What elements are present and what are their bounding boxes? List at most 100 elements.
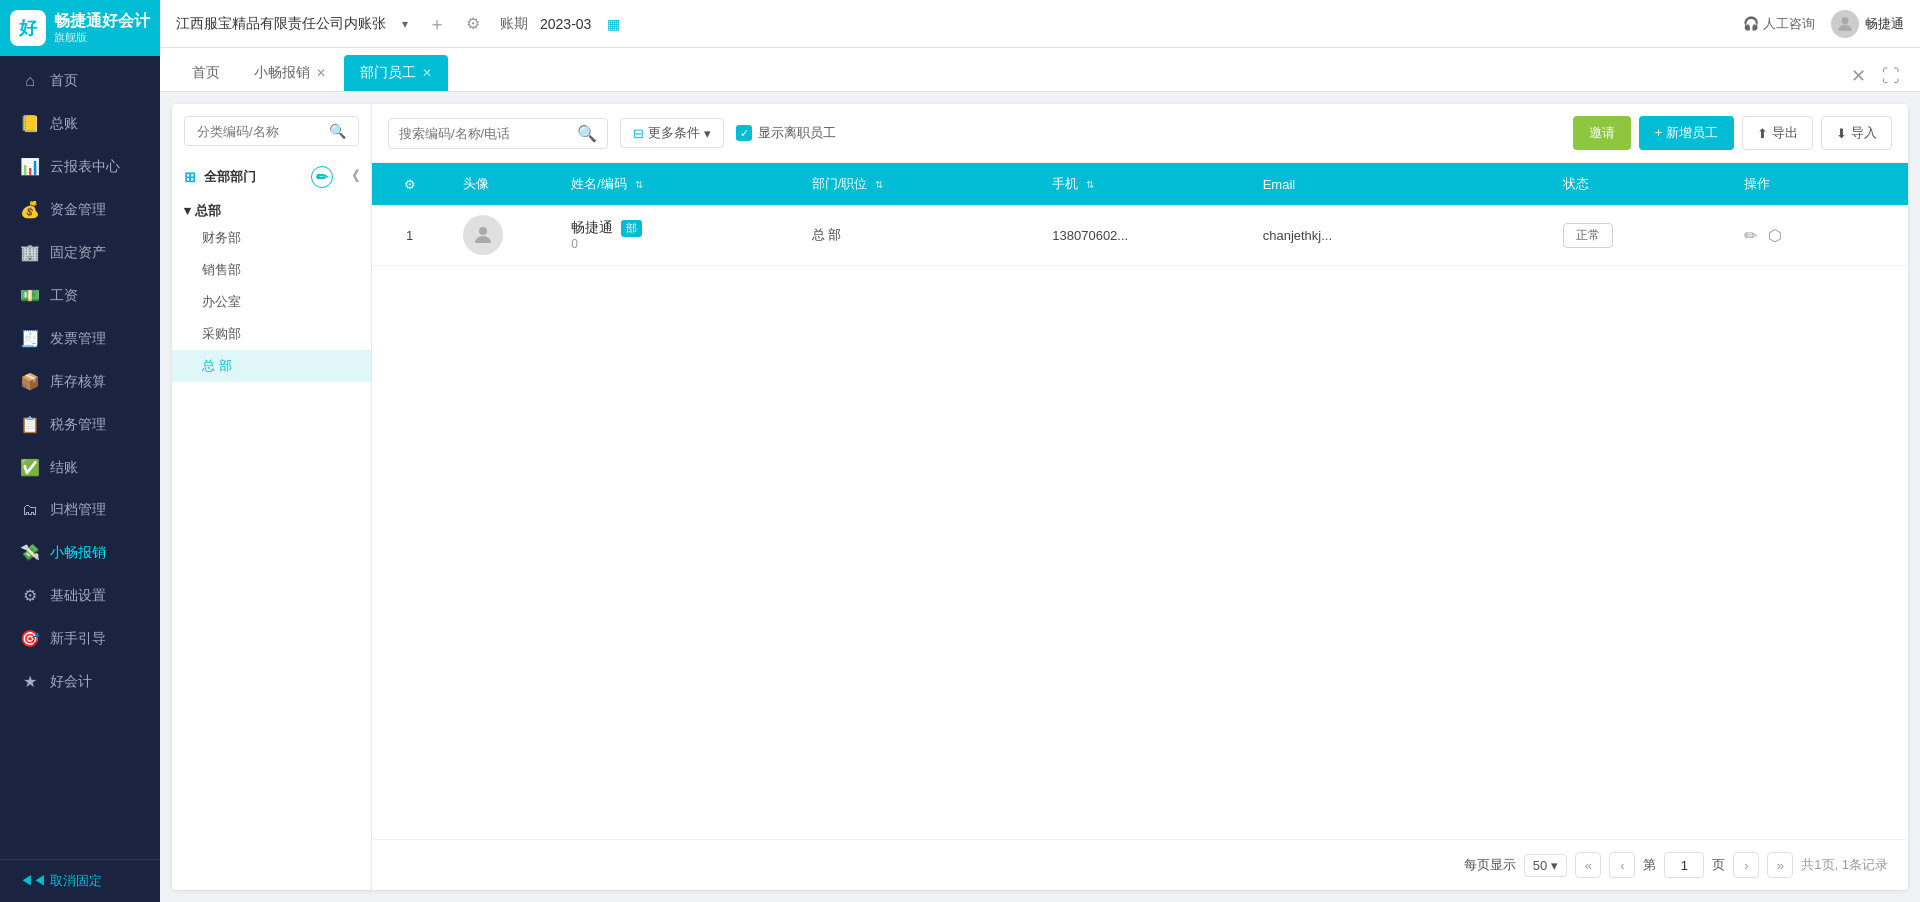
col-header-phone[interactable]: 手机 ⇅ (1036, 163, 1246, 205)
invite-button[interactable]: 邀请 (1573, 116, 1631, 150)
sidebar-item-invoice-label: 发票管理 (50, 330, 106, 348)
table-header-row: ⚙ 头像 姓名/编码 ⇅ 部门/职位 ⇅ (372, 163, 1908, 205)
tab-bar-actions: ✕ ⛶ (1847, 61, 1904, 91)
dept-search-icon[interactable]: 🔍 (329, 123, 346, 139)
page-input[interactable] (1664, 852, 1704, 878)
tab-expense[interactable]: 小畅报销 ✕ (238, 55, 342, 91)
dept-item-office-label: 办公室 (202, 294, 241, 309)
dept-search-box[interactable]: 🔍 (184, 116, 359, 146)
col-header-settings[interactable]: ⚙ (372, 163, 447, 205)
company-dropdown-icon[interactable]: ▾ (402, 17, 408, 31)
page-total: 共1页, 1条记录 (1801, 856, 1888, 874)
import-button[interactable]: ⬇ 导入 (1821, 116, 1892, 150)
per-page-chevron-icon: ▾ (1551, 858, 1558, 873)
sidebar-item-guide[interactable]: 🎯 新手引导 (0, 617, 160, 660)
cell-dept: 总 部 (796, 205, 1036, 266)
invoice-icon: 🧾 (20, 329, 40, 348)
all-dept-label: 全部部门 (204, 168, 303, 186)
dept-collapse-icon[interactable]: 《 (345, 168, 359, 186)
table-settings-icon[interactable]: ⚙ (404, 177, 416, 192)
sidebar: 好 畅捷通好会计 旗舰版 ⌂ 首页 📒 总账 📊 云报表中心 💰 资金管理 🏢 … (0, 0, 160, 902)
sidebar-unpin-button[interactable]: ◀◀ 取消固定 (0, 859, 160, 902)
last-page-button[interactable]: » (1767, 852, 1793, 878)
period-calendar-icon[interactable]: ▦ (607, 16, 620, 32)
sidebar-item-assets[interactable]: 🏢 固定资产 (0, 231, 160, 274)
tab-employee-close-icon[interactable]: ✕ (422, 66, 432, 80)
tax-icon: 📋 (20, 415, 40, 434)
pagination: 每页显示 50 ▾ « ‹ 第 页 › » 共1页, 1条记录 (372, 839, 1908, 890)
dept-search-input[interactable] (197, 124, 321, 139)
company-name: 江西服宝精品有限责任公司内账张 (176, 15, 386, 33)
status-badge: 正常 (1563, 223, 1613, 248)
dept-edit-icon[interactable]: ✏ (311, 166, 333, 188)
sidebar-item-home[interactable]: ⌂ 首页 (0, 60, 160, 102)
next-page-button[interactable]: › (1733, 852, 1759, 878)
sidebar-item-invoice[interactable]: 🧾 发票管理 (0, 317, 160, 360)
tab-close-all-icon[interactable]: ✕ (1847, 61, 1870, 91)
logout-employee-button[interactable]: ⬡ (1768, 227, 1782, 244)
tab-home[interactable]: 首页 (176, 55, 236, 91)
tab-expense-close-icon[interactable]: ✕ (316, 66, 326, 80)
employee-name-text: 畅捷通 (571, 219, 613, 235)
sidebar-item-guide-label: 新手引导 (50, 630, 106, 648)
sidebar-item-reports[interactable]: 📊 云报表中心 (0, 145, 160, 188)
sidebar-item-archive[interactable]: 🗂 归档管理 (0, 489, 160, 531)
employee-search-input[interactable] (399, 126, 569, 141)
col-header-dept[interactable]: 部门/职位 ⇅ (796, 163, 1036, 205)
dept-item-office[interactable]: 办公室 (172, 286, 371, 318)
sidebar-item-more[interactable]: ★ 好会计 (0, 660, 160, 703)
export-button[interactable]: ⬆ 导出 (1742, 116, 1813, 150)
sidebar-nav: ⌂ 首页 📒 总账 📊 云报表中心 💰 资金管理 🏢 固定资产 💵 工资 🧾 发… (0, 56, 160, 859)
checkout-icon: ✅ (20, 458, 40, 477)
main-area: 江西服宝精品有限责任公司内账张 ▾ ＋ ⚙ 账期 2023-03 ▦ 🎧 人工咨… (160, 0, 1920, 902)
sidebar-item-settings[interactable]: ⚙ 基础设置 (0, 574, 160, 617)
dept-item-purchase-label: 采购部 (202, 326, 241, 341)
employee-search-box[interactable]: 🔍 (388, 118, 608, 149)
sidebar-item-ledger[interactable]: 📒 总账 (0, 102, 160, 145)
col-name-label: 姓名/编码 (571, 176, 627, 191)
prev-page-button[interactable]: ‹ (1609, 852, 1635, 878)
sidebar-item-inventory[interactable]: 📦 库存核算 (0, 360, 160, 403)
cell-avatar (447, 205, 555, 266)
dept-group-root: ▾ 总部 (172, 196, 371, 222)
cell-actions: ✏ ⬡ (1728, 205, 1908, 266)
dept-item-purchase[interactable]: 采购部 (172, 318, 371, 350)
expense-icon: 💸 (20, 543, 40, 562)
dept-item-general[interactable]: 总 部 (172, 350, 371, 382)
cell-email: chanjethkj... (1247, 205, 1548, 266)
per-page-select[interactable]: 50 ▾ (1524, 854, 1567, 877)
home-icon: ⌂ (20, 72, 40, 90)
sidebar-item-salary[interactable]: 💵 工资 (0, 274, 160, 317)
salary-icon: 💵 (20, 286, 40, 305)
header-settings-icon[interactable]: ⚙ (466, 14, 480, 33)
more-icon: ★ (20, 672, 40, 691)
user-info[interactable]: 畅捷通 (1831, 10, 1904, 38)
add-employee-button[interactable]: + 新增员工 (1639, 116, 1734, 150)
export-label: 导出 (1772, 124, 1798, 142)
sidebar-item-capital[interactable]: 💰 资金管理 (0, 188, 160, 231)
first-page-button[interactable]: « (1575, 852, 1601, 878)
col-header-actions: 操作 (1728, 163, 1908, 205)
filter-button[interactable]: ⊟ 更多条件 ▾ (620, 118, 724, 148)
consult-button[interactable]: 🎧 人工咨询 (1743, 15, 1815, 33)
edit-employee-button[interactable]: ✏ (1744, 227, 1757, 244)
add-company-button[interactable]: ＋ (420, 12, 454, 36)
logo-icon: 好 (10, 10, 46, 46)
sidebar-item-expense[interactable]: 💸 小畅报销 (0, 531, 160, 574)
filter-label: 更多条件 (648, 124, 700, 142)
employee-search-icon[interactable]: 🔍 (577, 124, 597, 143)
dept-item-sales[interactable]: 销售部 (172, 254, 371, 286)
show-resigned-toggle[interactable]: ✓ 显示离职员工 (736, 124, 836, 142)
sidebar-unpin-label: ◀◀ 取消固定 (20, 872, 102, 890)
sidebar-item-capital-label: 资金管理 (50, 201, 106, 219)
col-header-email: Email (1247, 163, 1548, 205)
sidebar-item-tax[interactable]: 📋 税务管理 (0, 403, 160, 446)
sidebar-item-checkout[interactable]: ✅ 结账 (0, 446, 160, 489)
guide-icon: 🎯 (20, 629, 40, 648)
dept-item-finance[interactable]: 财务部 (172, 222, 371, 254)
tab-employee[interactable]: 部门员工 ✕ (344, 55, 448, 91)
tab-expand-icon[interactable]: ⛶ (1878, 62, 1904, 91)
avatar (1831, 10, 1859, 38)
show-resigned-checkbox[interactable]: ✓ (736, 125, 752, 141)
col-header-name[interactable]: 姓名/编码 ⇅ (555, 163, 795, 205)
